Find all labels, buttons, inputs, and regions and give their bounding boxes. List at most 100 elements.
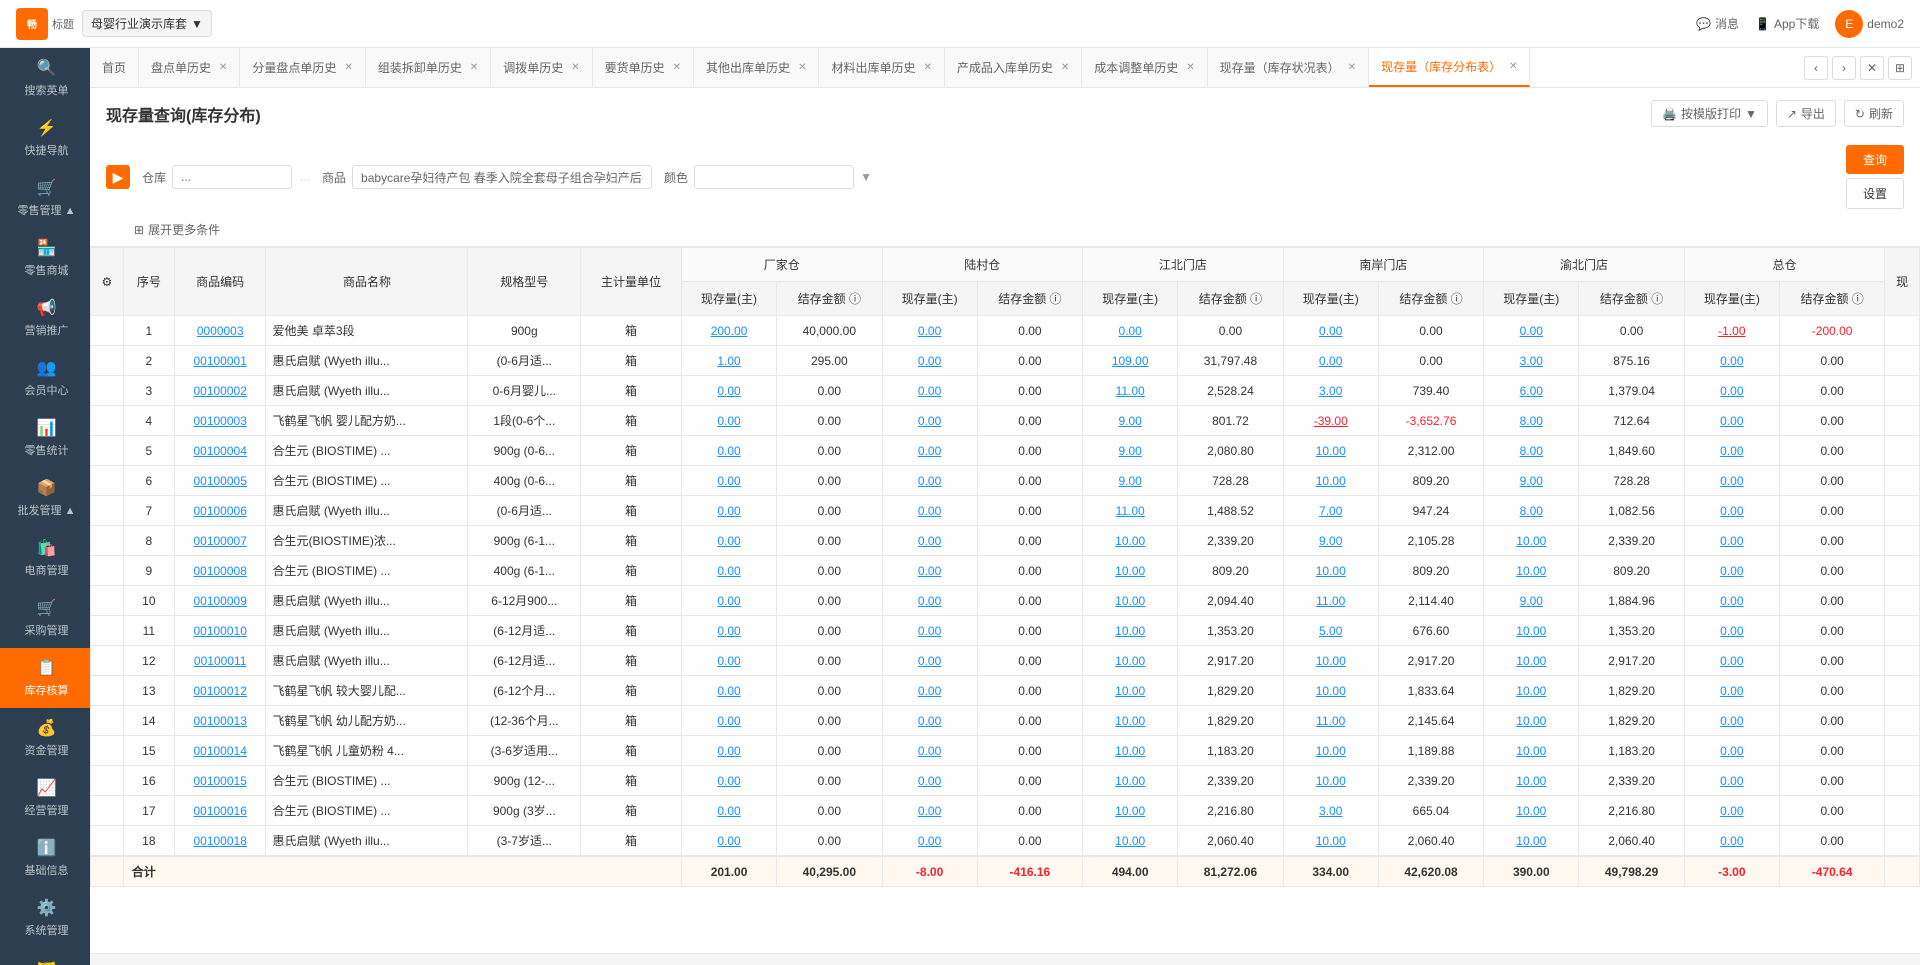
td-factory-stock[interactable]: 0.00 xyxy=(681,706,776,736)
td-total-stock[interactable]: 0.00 xyxy=(1684,436,1779,466)
td-lc-stock[interactable]: 0.00 xyxy=(882,436,977,466)
td-code[interactable]: 00100015 xyxy=(174,766,266,796)
td-code[interactable]: 00100014 xyxy=(174,736,266,766)
td-code[interactable]: 00100003 xyxy=(174,406,266,436)
td-factory-stock[interactable]: 0.00 xyxy=(681,646,776,676)
td-lc-stock[interactable]: 0.00 xyxy=(882,466,977,496)
tab-close-stock_dist[interactable]: ✕ xyxy=(1509,61,1517,72)
td-total-stock[interactable]: 0.00 xyxy=(1684,646,1779,676)
td-yb-stock[interactable]: 6.00 xyxy=(1484,376,1579,406)
td-lc-stock[interactable]: 0.00 xyxy=(882,766,977,796)
td-total-stock[interactable]: 0.00 xyxy=(1684,796,1779,826)
sidebar-item-retail_shop[interactable]: 🏪零售商城 xyxy=(0,228,90,288)
td-na-stock[interactable]: 10.00 xyxy=(1283,826,1378,857)
tab-close-sub_inventory_count[interactable]: ✕ xyxy=(344,62,352,73)
td-yb-stock[interactable]: 9.00 xyxy=(1484,466,1579,496)
td-code[interactable]: 00100007 xyxy=(174,526,266,556)
td-factory-stock[interactable]: 0.00 xyxy=(681,766,776,796)
td-na-stock[interactable]: 10.00 xyxy=(1283,436,1378,466)
tab-other_out[interactable]: 其他出库单历史✕ xyxy=(694,48,819,87)
tab-sub_inventory_count[interactable]: 分量盘点单历史✕ xyxy=(240,48,365,87)
td-na-stock[interactable]: 10.00 xyxy=(1283,556,1378,586)
sidebar-item-inventory[interactable]: 📋库存核算 xyxy=(0,648,90,708)
td-code[interactable]: 00100001 xyxy=(174,346,266,376)
td-factory-stock[interactable]: 0.00 xyxy=(681,496,776,526)
td-yb-stock[interactable]: 9.00 xyxy=(1484,586,1579,616)
td-na-stock[interactable]: 5.00 xyxy=(1283,616,1378,646)
td-na-stock[interactable]: 3.00 xyxy=(1283,796,1378,826)
td-code[interactable]: 00100012 xyxy=(174,676,266,706)
td-total-stock[interactable]: 0.00 xyxy=(1684,616,1779,646)
td-na-stock[interactable]: 7.00 xyxy=(1283,496,1378,526)
user-area[interactable]: E demo2 xyxy=(1835,10,1904,38)
td-yb-stock[interactable]: 0.00 xyxy=(1484,316,1579,346)
tab-stock_table[interactable]: 现存量（库存状况表）✕ xyxy=(1208,48,1369,87)
td-lc-stock[interactable]: 0.00 xyxy=(882,646,977,676)
td-factory-stock[interactable]: 0.00 xyxy=(681,376,776,406)
td-factory-stock[interactable]: 0.00 xyxy=(681,736,776,766)
sidebar-item-purchase[interactable]: 🛒采购管理 xyxy=(0,588,90,648)
sidebar-item-basic[interactable]: ℹ️基础信息 xyxy=(0,828,90,888)
sidebar-item-retail_stat[interactable]: 📊零售统计 xyxy=(0,408,90,468)
td-lc-stock[interactable]: 0.00 xyxy=(882,826,977,857)
td-yb-stock[interactable]: 10.00 xyxy=(1484,646,1579,676)
td-jb-stock[interactable]: 10.00 xyxy=(1083,736,1178,766)
tab-close-transfer[interactable]: ✕ xyxy=(571,62,579,73)
td-jb-stock[interactable]: 11.00 xyxy=(1083,376,1178,406)
td-code[interactable]: 00100016 xyxy=(174,796,266,826)
td-total-stock[interactable]: 0.00 xyxy=(1684,676,1779,706)
td-factory-stock[interactable]: 0.00 xyxy=(681,796,776,826)
td-na-stock[interactable]: 10.00 xyxy=(1283,676,1378,706)
td-lc-stock[interactable]: 0.00 xyxy=(882,586,977,616)
tab-close-inventory_count[interactable]: ✕ xyxy=(219,62,227,73)
tab-stock_dist[interactable]: 现存量（库存分布表）✕ xyxy=(1369,48,1530,87)
td-code[interactable]: 00100013 xyxy=(174,706,266,736)
td-jb-stock[interactable]: 10.00 xyxy=(1083,826,1178,857)
sidebar-item-shortcut[interactable]: ⚡快捷导航 xyxy=(0,108,90,168)
td-total-stock[interactable]: 0.00 xyxy=(1684,406,1779,436)
td-total-stock[interactable]: 0.00 xyxy=(1684,346,1779,376)
tab-prev-btn[interactable]: ‹ xyxy=(1804,56,1828,80)
td-total-stock[interactable]: 0.00 xyxy=(1684,826,1779,857)
print-btn[interactable]: 🖨️ 按模版打印 ▼ xyxy=(1651,100,1768,127)
td-yb-stock[interactable]: 3.00 xyxy=(1484,346,1579,376)
sidebar-item-retail_mgmt[interactable]: 🛒零售管理 ▲ xyxy=(0,168,90,228)
td-yb-stock[interactable]: 8.00 xyxy=(1484,496,1579,526)
td-total-stock[interactable]: -1.00 xyxy=(1684,316,1779,346)
td-jb-stock[interactable]: 10.00 xyxy=(1083,646,1178,676)
td-yb-stock[interactable]: 10.00 xyxy=(1484,796,1579,826)
td-factory-stock[interactable]: 0.00 xyxy=(681,436,776,466)
refresh-btn[interactable]: ↻ 刷新 xyxy=(1844,100,1904,127)
td-total-stock[interactable]: 0.00 xyxy=(1684,736,1779,766)
td-yb-stock[interactable]: 10.00 xyxy=(1484,766,1579,796)
td-factory-stock[interactable]: 200.00 xyxy=(681,316,776,346)
table-container[interactable]: ⚙ 序号 商品编码 商品名称 规格型号 主计量单位 厂家仓 陆村仓 江北门店 南… xyxy=(90,247,1920,953)
sidebar-item-search[interactable]: 🔍搜索英单 xyxy=(0,48,90,108)
color-input[interactable] xyxy=(694,165,854,189)
tab-close-all-btn[interactable]: ✕ xyxy=(1860,56,1884,80)
td-na-stock[interactable]: 3.00 xyxy=(1283,376,1378,406)
td-yb-stock[interactable]: 8.00 xyxy=(1484,406,1579,436)
expand-more-conditions[interactable]: ⊞ 展开更多条件 xyxy=(106,217,1904,246)
td-code[interactable]: 0000003 xyxy=(174,316,266,346)
td-lc-stock[interactable]: 0.00 xyxy=(882,676,977,706)
td-jb-stock[interactable]: 10.00 xyxy=(1083,556,1178,586)
tab-order_goods[interactable]: 要货单历史✕ xyxy=(593,48,694,87)
td-factory-stock[interactable]: 0.00 xyxy=(681,526,776,556)
td-jb-stock[interactable]: 10.00 xyxy=(1083,796,1178,826)
tab-close-stock_table[interactable]: ✕ xyxy=(1348,62,1356,73)
tab-assembly[interactable]: 组装拆卸单历史✕ xyxy=(366,48,491,87)
td-code[interactable]: 00100009 xyxy=(174,586,266,616)
td-jb-stock[interactable]: 9.00 xyxy=(1083,466,1178,496)
td-factory-stock[interactable]: 0.00 xyxy=(681,466,776,496)
td-lc-stock[interactable]: 0.00 xyxy=(882,346,977,376)
td-na-stock[interactable]: 10.00 xyxy=(1283,646,1378,676)
sidebar-item-finance[interactable]: 💰资金管理 xyxy=(0,708,90,768)
td-code[interactable]: 00100004 xyxy=(174,436,266,466)
settings-btn[interactable]: 设置 xyxy=(1846,178,1904,209)
td-jb-stock[interactable]: 10.00 xyxy=(1083,616,1178,646)
td-na-stock[interactable]: 9.00 xyxy=(1283,526,1378,556)
td-factory-stock[interactable]: 0.00 xyxy=(681,676,776,706)
tab-close-material_out[interactable]: ✕ xyxy=(923,62,931,73)
td-total-stock[interactable]: 0.00 xyxy=(1684,706,1779,736)
